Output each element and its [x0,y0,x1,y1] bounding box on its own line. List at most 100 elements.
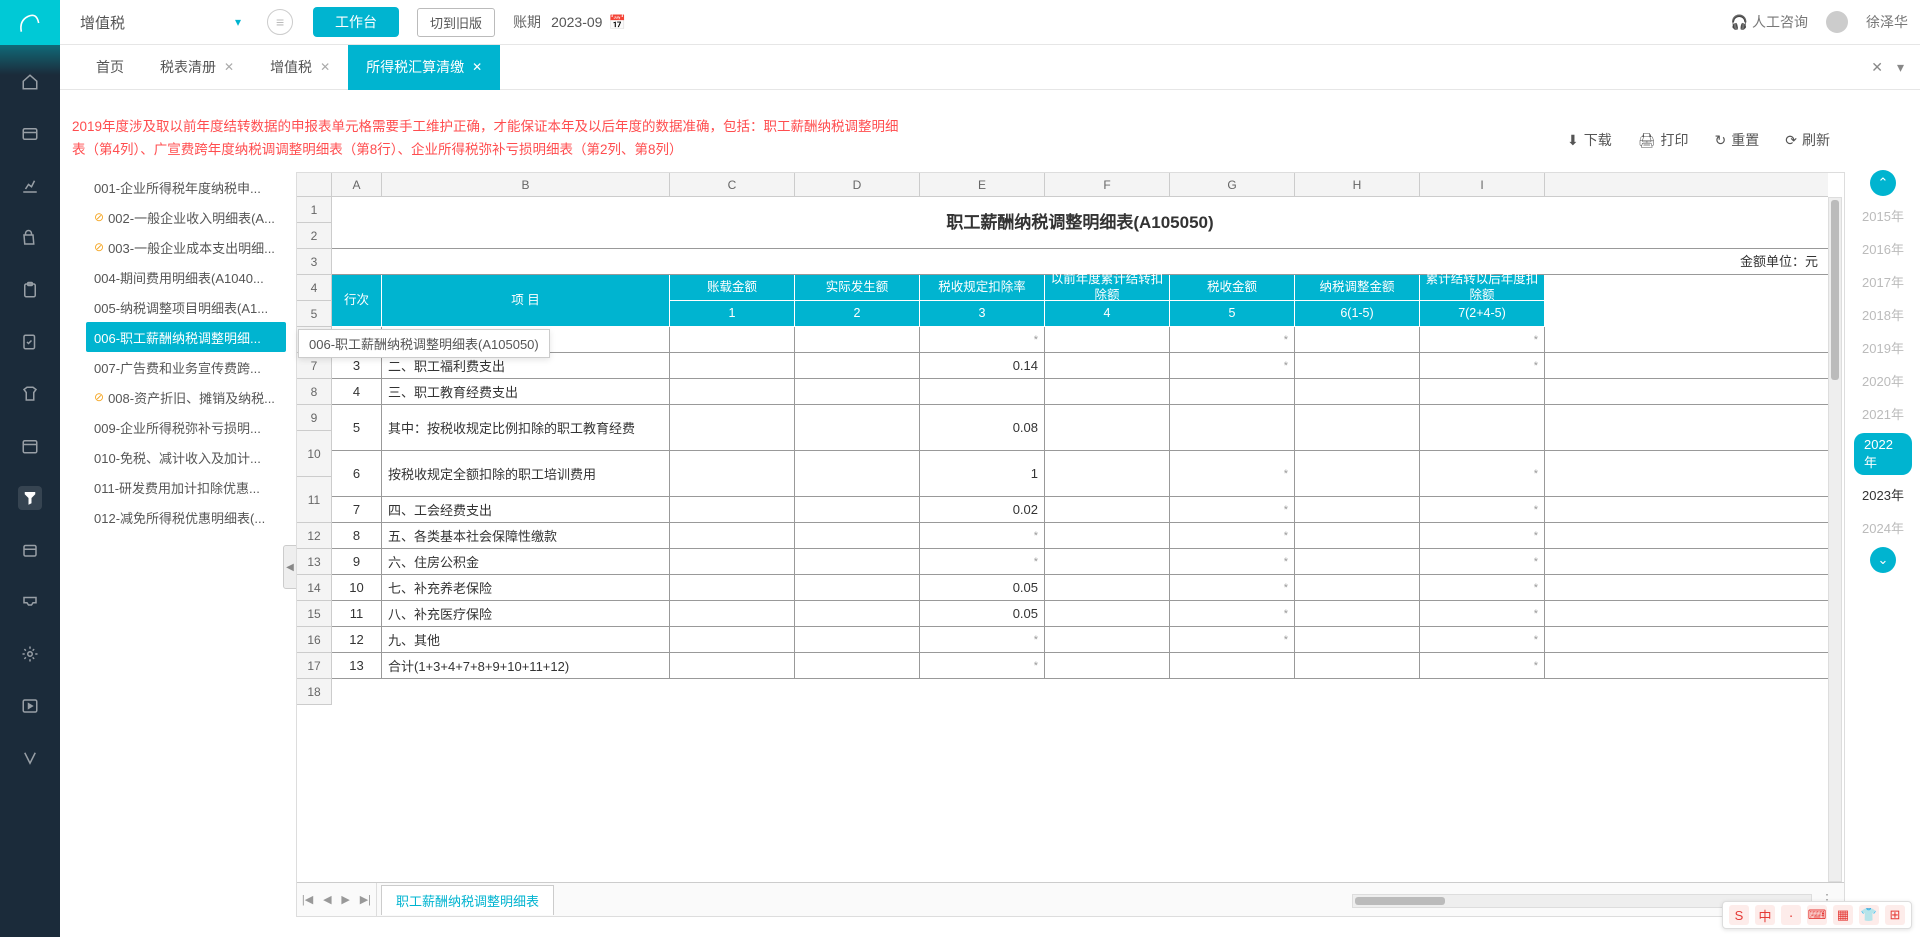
cell-project[interactable]: 其中：按税收规定比例扣除的职工教育经费 [382,405,670,450]
home-icon[interactable] [18,70,42,94]
year-item[interactable]: 2018年 [1862,301,1904,328]
cell[interactable] [920,379,1045,404]
year-item[interactable]: 2022年 [1854,433,1912,475]
form-item[interactable]: ⊘003-一般企业成本支出明细... [86,232,286,262]
cell[interactable]: * [1420,327,1545,352]
cell[interactable]: * [1170,549,1295,574]
cell-rownum[interactable]: 11 [332,601,382,626]
cell-project[interactable]: 三、职工教育经费支出 [382,379,670,404]
cell[interactable] [795,627,920,652]
cell[interactable] [795,451,920,496]
row-header[interactable]: 4 [297,275,331,301]
list-toggle-button[interactable]: ≡ [267,9,293,35]
cell[interactable] [670,451,795,496]
year-item[interactable]: 2017年 [1862,268,1904,295]
cell[interactable]: * [1170,353,1295,378]
cell[interactable]: * [1420,353,1545,378]
cell[interactable] [670,627,795,652]
col-header[interactable]: H [1295,173,1420,196]
cell[interactable]: * [1170,627,1295,652]
year-scroll-up[interactable]: ⌃ [1870,170,1896,196]
cell[interactable] [1295,327,1420,352]
cell-project[interactable]: 九、其他 [382,627,670,652]
row-header[interactable]: 14 [297,575,331,601]
ime-button[interactable]: ⊞ [1885,905,1905,925]
cell[interactable]: 0.05 [920,575,1045,600]
ime-button[interactable]: ㆍ [1781,905,1801,925]
cell[interactable] [795,405,920,450]
cell[interactable] [795,523,920,548]
row-header[interactable]: 15 [297,601,331,627]
tax-type-selector[interactable]: 增值税▾ [72,12,249,33]
cell[interactable] [795,353,920,378]
cell-rownum[interactable]: 9 [332,549,382,574]
ime-button[interactable]: ⌨ [1807,905,1827,925]
row-header[interactable]: 9 [297,405,331,431]
year-item[interactable]: 2016年 [1862,235,1904,262]
cell-project[interactable]: 七、补充养老保险 [382,575,670,600]
username[interactable]: 徐泽华 [1866,12,1908,32]
vertical-scrollbar[interactable] [1828,197,1842,882]
gear-icon[interactable] [18,642,42,666]
col-header[interactable]: I [1420,173,1545,196]
cell[interactable] [1420,405,1545,450]
year-item[interactable]: 2015年 [1862,202,1904,229]
year-item[interactable]: 2021年 [1862,400,1904,427]
cell[interactable]: * [1170,601,1295,626]
row-header[interactable]: 16 [297,627,331,653]
ime-toolbar[interactable]: S中ㆍ⌨▦👕⊞ [1722,901,1912,929]
cell[interactable]: 0.02 [920,497,1045,522]
cell[interactable] [670,497,795,522]
cell[interactable] [1045,601,1170,626]
cell[interactable] [1045,575,1170,600]
cell[interactable] [795,601,920,626]
collapse-handle[interactable]: ◀ [283,545,297,589]
cell[interactable] [1295,451,1420,496]
cell[interactable]: * [920,627,1045,652]
year-scroll-down[interactable]: ⌄ [1870,547,1896,573]
cell[interactable]: * [1420,653,1545,678]
year-item[interactable]: 2023年 [1862,481,1904,508]
box-icon[interactable] [18,538,42,562]
cell[interactable] [795,549,920,574]
col-header[interactable]: D [795,173,920,196]
card-icon[interactable] [18,122,42,146]
row-header[interactable]: 3 [297,249,331,275]
cell[interactable]: * [1420,601,1545,626]
ime-button[interactable]: S [1729,905,1749,925]
bag-icon[interactable] [18,226,42,250]
cell-project[interactable]: 五、各类基本社会保障性缴款 [382,523,670,548]
cell[interactable] [1295,523,1420,548]
download-button[interactable]: ⬇ 下载 [1567,130,1612,150]
sheet-tab-active[interactable]: 职工薪酬纳税调整明细表 [381,885,554,915]
cell-project[interactable]: 按税收规定全额扣除的职工培训费用 [382,451,670,496]
app-logo[interactable] [0,0,60,45]
cell-project[interactable]: 六、住房公积金 [382,549,670,574]
col-header[interactable]: B [382,173,670,196]
cell-project[interactable]: 四、工会经费支出 [382,497,670,522]
cell[interactable] [1295,405,1420,450]
ime-button[interactable]: 中 [1755,905,1775,925]
row-header[interactable]: 13 [297,549,331,575]
cell[interactable] [1170,379,1295,404]
sheet-nav-arrows[interactable]: |◀◀▶▶| [297,883,377,916]
cell[interactable] [1295,379,1420,404]
cell[interactable] [1295,653,1420,678]
v-icon[interactable] [18,746,42,770]
cell[interactable] [670,575,795,600]
cell[interactable] [1170,405,1295,450]
cell[interactable] [795,327,920,352]
row-header[interactable]: 17 [297,653,331,679]
cell[interactable]: * [920,549,1045,574]
cell[interactable] [1045,353,1170,378]
cell[interactable] [670,405,795,450]
tab-menu-icon[interactable]: ▾ [1897,59,1904,76]
avatar[interactable] [1826,11,1848,33]
cell[interactable] [795,497,920,522]
cell[interactable] [1045,405,1170,450]
cell[interactable] [1295,575,1420,600]
form-item[interactable]: 006-职工薪酬纳税调整明细... [86,322,286,352]
cell-rownum[interactable]: 8 [332,523,382,548]
year-item[interactable]: 2024年 [1862,514,1904,541]
workbench-button[interactable]: 工作台 [313,7,399,37]
